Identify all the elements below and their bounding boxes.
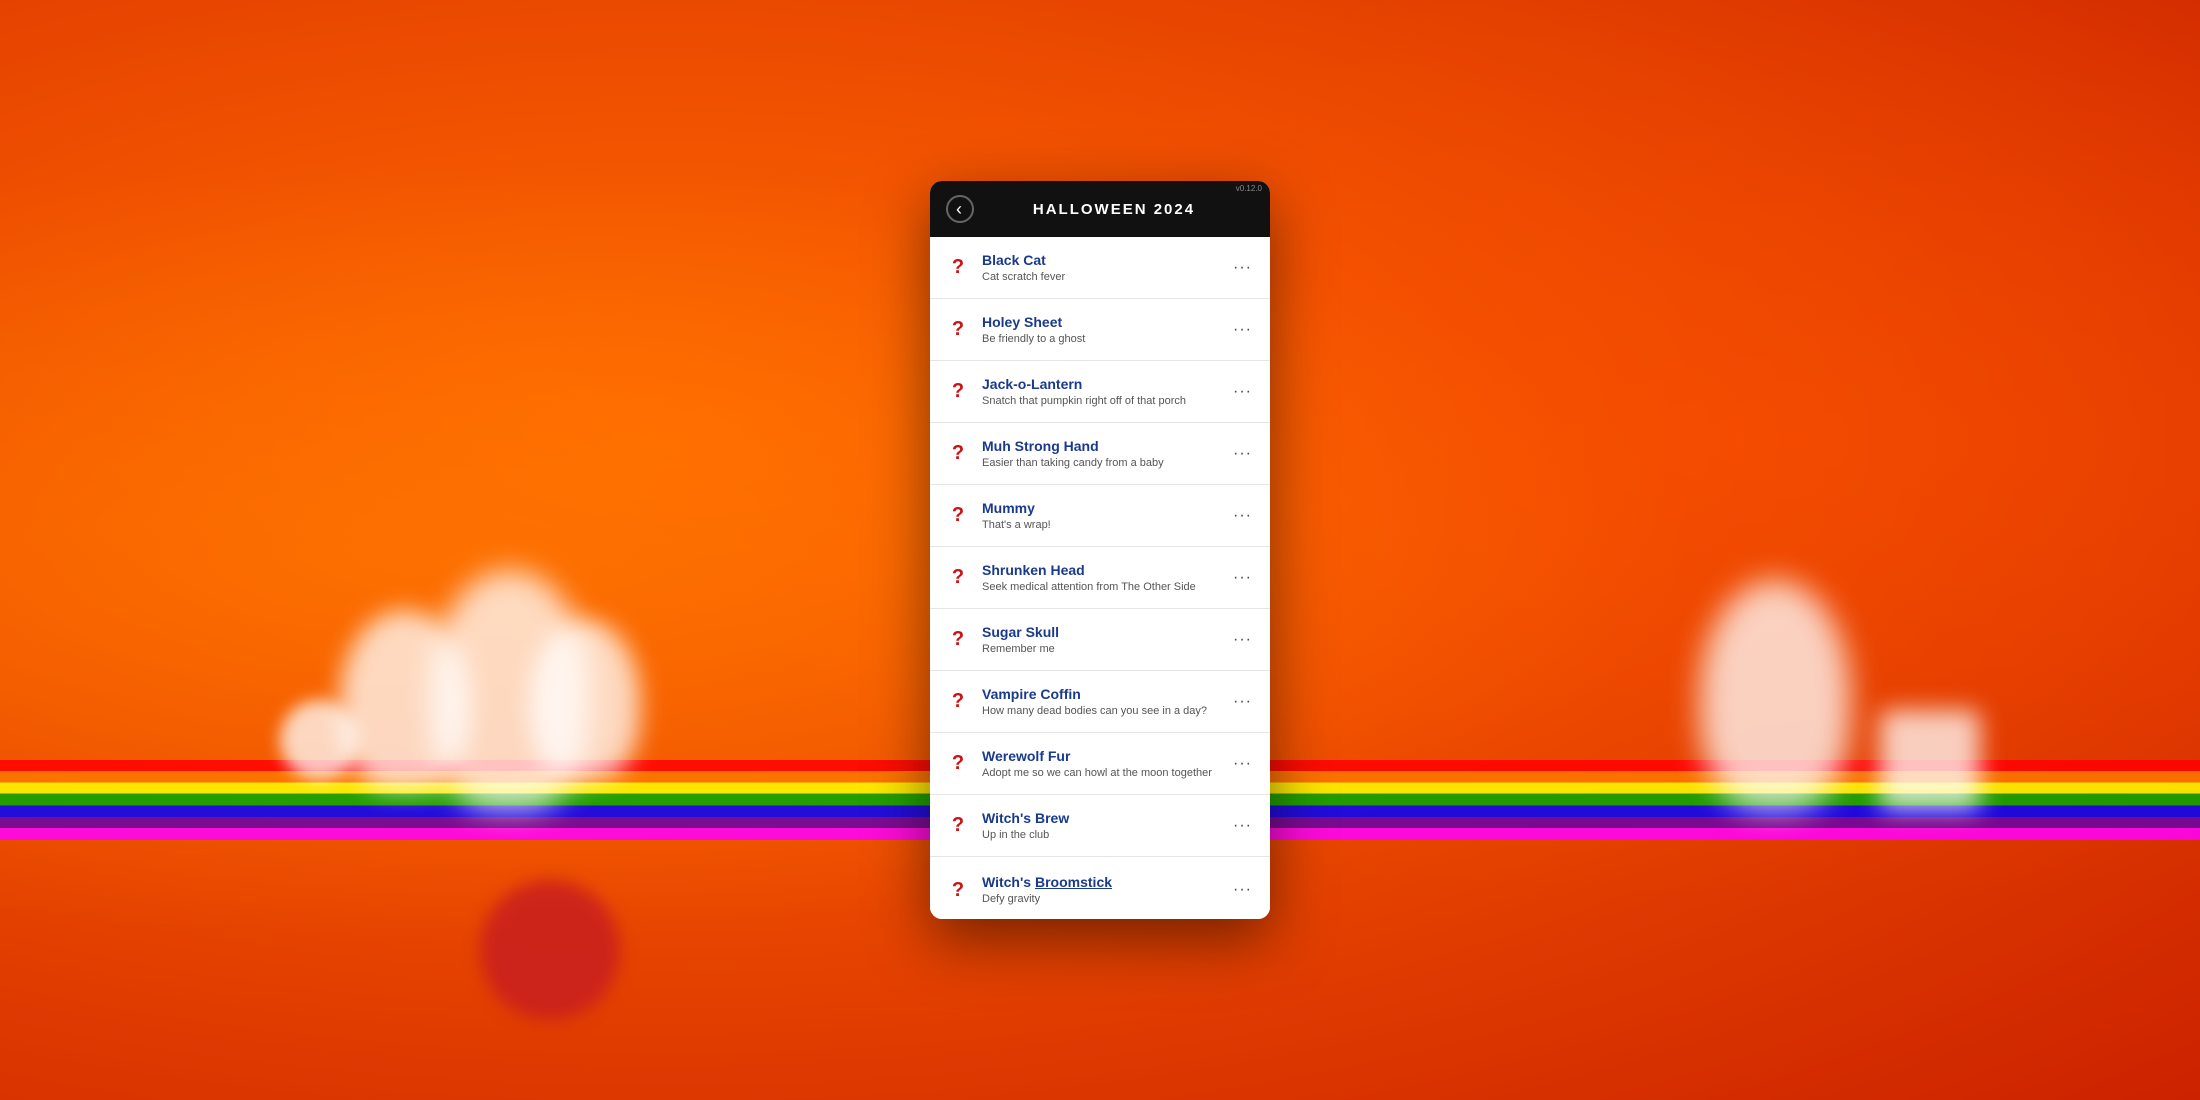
item-menu-black-cat[interactable]: ··· <box>1229 257 1256 279</box>
list-item-witchs-brew[interactable]: ? Witch's BrewUp in the club··· <box>930 795 1270 857</box>
item-menu-werewolf-fur[interactable]: ··· <box>1229 753 1256 775</box>
question-icon-muh-strong-hand: ? <box>944 442 972 465</box>
item-menu-shrunken-head[interactable]: ··· <box>1229 567 1256 589</box>
item-content-jack-o-lantern: Jack-o-LanternSnatch that pumpkin right … <box>982 375 1229 408</box>
status-bar: v0.12.0 <box>1236 184 1262 193</box>
list-item-werewolf-fur[interactable]: ? Werewolf FurAdopt me so we can howl at … <box>930 733 1270 795</box>
item-content-witchs-brew: Witch's BrewUp in the club <box>982 809 1229 842</box>
question-icon-vampire-coffin: ? <box>944 690 972 713</box>
ghost-figure-5 <box>1700 580 1850 810</box>
item-content-vampire-coffin: Vampire CoffinHow many dead bodies can y… <box>982 685 1229 718</box>
item-title-mummy: Mummy <box>982 499 1229 517</box>
question-icon-witchs-broomstick: ? <box>944 879 972 902</box>
item-menu-jack-o-lantern[interactable]: ··· <box>1229 381 1256 403</box>
item-content-shrunken-head: Shrunken HeadSeek medical attention from… <box>982 561 1229 594</box>
ghost-figure-6 <box>1880 710 1980 810</box>
header-title: HALLOWEEN 2024 <box>974 201 1254 218</box>
item-subtitle-black-cat: Cat scratch fever <box>982 270 1229 284</box>
question-icon-werewolf-fur: ? <box>944 752 972 775</box>
item-content-sugar-skull: Sugar SkullRemember me <box>982 623 1229 656</box>
item-content-black-cat: Black CatCat scratch fever <box>982 251 1229 284</box>
list-item-mummy[interactable]: ? MummyThat's a wrap!··· <box>930 485 1270 547</box>
list-item-sugar-skull[interactable]: ? Sugar SkullRemember me··· <box>930 609 1270 671</box>
list-container[interactable]: ?Black CatCat scratch fever···?Holey She… <box>930 237 1270 919</box>
item-title-witchs-broomstick: Witch's Broomstick <box>982 873 1229 891</box>
list-item-black-cat[interactable]: ? Black CatCat scratch fever··· <box>930 237 1270 299</box>
item-subtitle-witchs-brew: Up in the club <box>982 828 1229 842</box>
back-button[interactable] <box>946 195 974 223</box>
phone-container: v0.12.0 HALLOWEEN 2024 ? Black CatCat scr… <box>930 181 1270 919</box>
ghost-figure-4 <box>530 620 640 780</box>
item-menu-witchs-brew[interactable]: ··· <box>1229 815 1256 837</box>
list-item-shrunken-head[interactable]: ? Shrunken HeadSeek medical attention fro… <box>930 547 1270 609</box>
item-menu-mummy[interactable]: ··· <box>1229 505 1256 527</box>
item-menu-vampire-coffin[interactable]: ··· <box>1229 691 1256 713</box>
item-content-witchs-broomstick: Witch's BroomstickDefy gravity <box>982 873 1229 906</box>
list-item-witchs-broomstick[interactable]: ? Witch's BroomstickDefy gravity··· <box>930 857 1270 919</box>
item-menu-muh-strong-hand[interactable]: ··· <box>1229 443 1256 465</box>
question-icon-shrunken-head: ? <box>944 566 972 589</box>
question-icon-witchs-brew: ? <box>944 814 972 837</box>
list-item-holey-sheet[interactable]: ? Holey SheetBe friendly to a ghost··· <box>930 299 1270 361</box>
item-title-muh-strong-hand: Muh Strong Hand <box>982 437 1229 455</box>
item-subtitle-jack-o-lantern: Snatch that pumpkin right off of that po… <box>982 394 1229 408</box>
phone-header: v0.12.0 HALLOWEEN 2024 <box>930 181 1270 237</box>
item-title-sugar-skull: Sugar Skull <box>982 623 1229 641</box>
item-subtitle-vampire-coffin: How many dead bodies can you see in a da… <box>982 704 1229 718</box>
item-subtitle-mummy: That's a wrap! <box>982 518 1229 532</box>
item-title-jack-o-lantern: Jack-o-Lantern <box>982 375 1229 393</box>
clock-circle <box>480 880 620 1020</box>
item-menu-holey-sheet[interactable]: ··· <box>1229 319 1256 341</box>
item-subtitle-sugar-skull: Remember me <box>982 642 1229 656</box>
item-menu-sugar-skull[interactable]: ··· <box>1229 629 1256 651</box>
question-icon-mummy: ? <box>944 504 972 527</box>
question-icon-sugar-skull: ? <box>944 628 972 651</box>
item-title-witchs-brew: Witch's Brew <box>982 809 1229 827</box>
item-title-black-cat: Black Cat <box>982 251 1229 269</box>
item-subtitle-shrunken-head: Seek medical attention from The Other Si… <box>982 580 1229 594</box>
question-icon-holey-sheet: ? <box>944 318 972 341</box>
item-content-werewolf-fur: Werewolf FurAdopt me so we can howl at t… <box>982 747 1229 780</box>
item-content-muh-strong-hand: Muh Strong HandEasier than taking candy … <box>982 437 1229 470</box>
item-subtitle-witchs-broomstick: Defy gravity <box>982 892 1229 906</box>
item-subtitle-werewolf-fur: Adopt me so we can howl at the moon toge… <box>982 766 1229 780</box>
list-item-muh-strong-hand[interactable]: ? Muh Strong HandEasier than taking candy… <box>930 423 1270 485</box>
item-content-mummy: MummyThat's a wrap! <box>982 499 1229 532</box>
list-item-vampire-coffin[interactable]: ? Vampire CoffinHow many dead bodies can … <box>930 671 1270 733</box>
question-icon-jack-o-lantern: ? <box>944 380 972 403</box>
item-menu-witchs-broomstick[interactable]: ··· <box>1229 879 1256 901</box>
item-subtitle-holey-sheet: Be friendly to a ghost <box>982 332 1229 346</box>
question-icon-black-cat: ? <box>944 256 972 279</box>
item-title-holey-sheet: Holey Sheet <box>982 313 1229 331</box>
item-content-holey-sheet: Holey SheetBe friendly to a ghost <box>982 313 1229 346</box>
item-subtitle-muh-strong-hand: Easier than taking candy from a baby <box>982 456 1229 470</box>
item-title-shrunken-head: Shrunken Head <box>982 561 1229 579</box>
item-title-werewolf-fur: Werewolf Fur <box>982 747 1229 765</box>
item-title-vampire-coffin: Vampire Coffin <box>982 685 1229 703</box>
list-item-jack-o-lantern[interactable]: ? Jack-o-LanternSnatch that pumpkin right… <box>930 361 1270 423</box>
